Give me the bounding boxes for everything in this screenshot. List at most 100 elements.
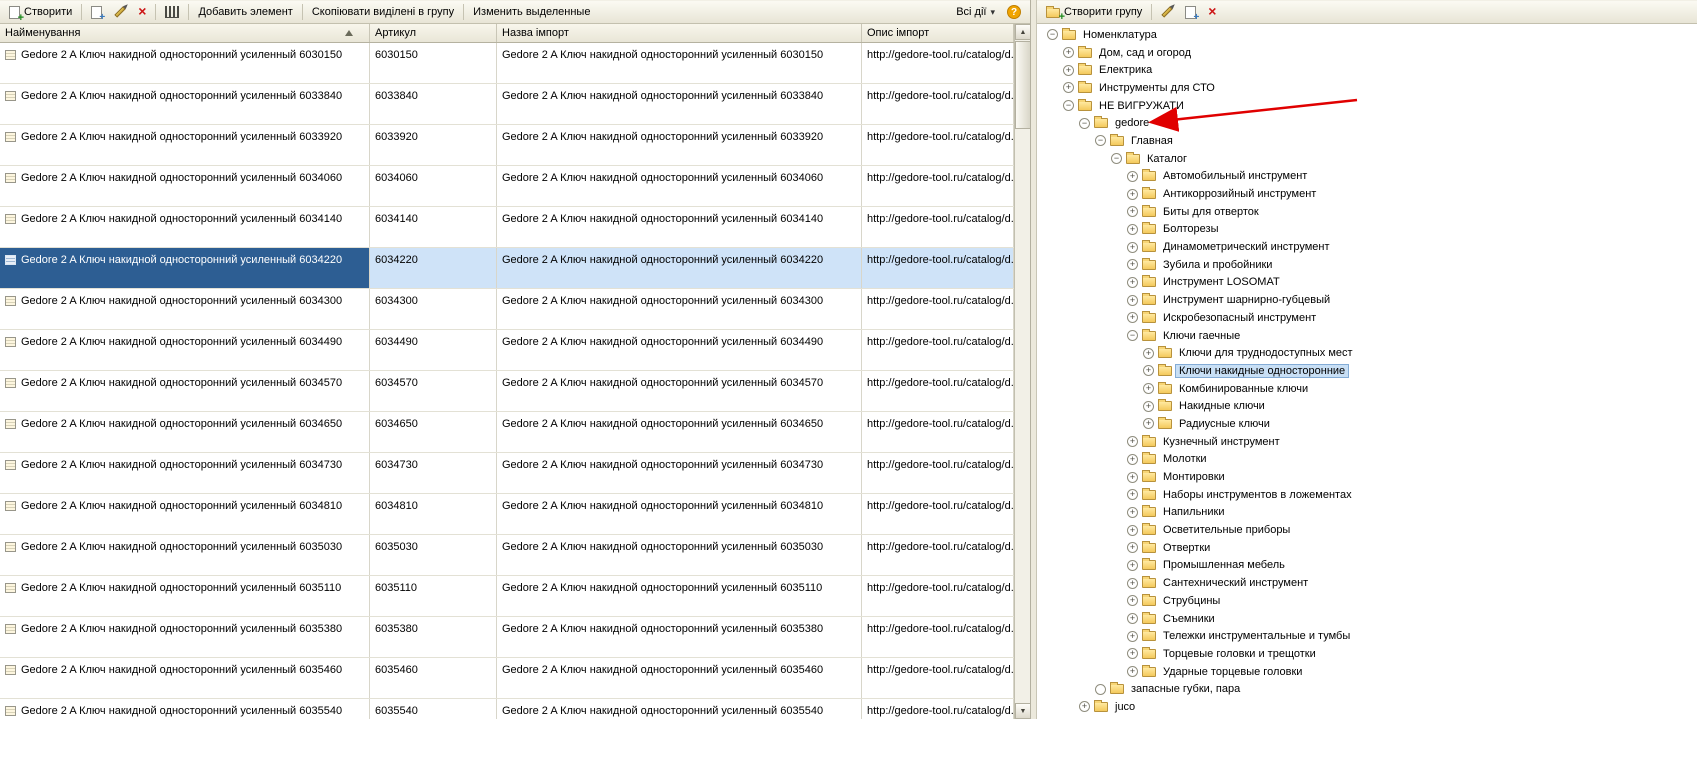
tree-item[interactable]: Молотки [1037, 451, 1697, 469]
tree-expander-icon[interactable] [1127, 595, 1138, 607]
tree-item[interactable]: Струбцины [1037, 592, 1697, 610]
table-row[interactable]: Gedore 2 A Ключ накидной односторонний у… [0, 125, 1014, 166]
tree-expander-icon[interactable] [1047, 29, 1058, 41]
tree-expander-icon[interactable] [1127, 613, 1138, 625]
tree-expander-icon[interactable] [1095, 135, 1106, 147]
tree-item[interactable]: Номенклатура [1037, 26, 1697, 44]
tree-item[interactable]: Торцевые головки и трещотки [1037, 645, 1697, 663]
tree-item[interactable]: Промышленная мебель [1037, 557, 1697, 575]
tree-expander-icon[interactable] [1127, 577, 1138, 589]
tree-expander-icon[interactable] [1127, 648, 1138, 660]
tree-item[interactable]: gedore [1037, 114, 1697, 132]
tree-expander-icon[interactable] [1127, 276, 1138, 288]
tree-item[interactable]: Наборы инструментов в ложементах [1037, 486, 1697, 504]
tree-expander-icon[interactable] [1143, 418, 1154, 430]
tree-expander-icon[interactable] [1127, 170, 1138, 182]
tree-expander-icon[interactable] [1127, 524, 1138, 536]
column-header-name[interactable]: Найменування [0, 24, 370, 42]
tree-item[interactable]: НЕ ВИГРУЖАТИ [1037, 97, 1697, 115]
tree-expander-icon[interactable] [1079, 701, 1090, 713]
tree-expander-icon[interactable] [1127, 559, 1138, 571]
barcode-button[interactable] [160, 4, 184, 20]
tree-item[interactable]: Сантехнический инструмент [1037, 574, 1697, 592]
table-row[interactable]: Gedore 2 A Ключ накидной односторонний у… [0, 699, 1014, 719]
scroll-up-button[interactable]: ▲ [1015, 24, 1030, 40]
create-group-button[interactable]: Створити групу [1041, 4, 1147, 23]
table-row[interactable]: Gedore 2 A Ключ накидной односторонний у… [0, 84, 1014, 125]
tree-item[interactable]: Комбинированные ключи [1037, 380, 1697, 398]
tree-expander-icon[interactable] [1063, 82, 1074, 94]
table-row[interactable]: Gedore 2 A Ключ накидной односторонний у… [0, 371, 1014, 412]
column-header-article[interactable]: Артикул [370, 24, 497, 42]
tree-item[interactable]: Електрика [1037, 61, 1697, 79]
tree-item[interactable]: Автомобильный инструмент [1037, 168, 1697, 186]
tree-item[interactable]: Зубила и пробойники [1037, 256, 1697, 274]
table-row[interactable]: Gedore 2 A Ключ накидной односторонний у… [0, 248, 1014, 289]
tree-item[interactable]: Каталог [1037, 150, 1697, 168]
tree-expander-icon[interactable] [1143, 400, 1154, 412]
tree-item[interactable]: juco [1037, 698, 1697, 716]
tree-expander-icon[interactable] [1095, 683, 1106, 695]
table-row[interactable]: Gedore 2 A Ключ накидной односторонний у… [0, 166, 1014, 207]
table-row[interactable]: Gedore 2 A Ключ накидной односторонний у… [0, 207, 1014, 248]
table-row[interactable]: Gedore 2 A Ключ накидной односторонний у… [0, 289, 1014, 330]
copy-group-button[interactable] [1180, 4, 1201, 23]
tree-item[interactable]: Биты для отверток [1037, 203, 1697, 221]
tree-expander-icon[interactable] [1127, 312, 1138, 324]
tree-item[interactable]: Инструмент шарнирно-губцевый [1037, 291, 1697, 309]
tree-expander-icon[interactable] [1063, 47, 1074, 59]
all-actions-button[interactable]: Всі дії [951, 4, 1000, 20]
tree-expander-icon[interactable] [1143, 365, 1154, 377]
tree-expander-icon[interactable] [1127, 188, 1138, 200]
scrollbar-track[interactable] [1015, 130, 1030, 703]
tree-item[interactable]: Динамометрический инструмент [1037, 238, 1697, 256]
edit-selected-button[interactable]: Изменить выделенные [468, 4, 595, 20]
tree-expander-icon[interactable] [1127, 489, 1138, 501]
scroll-down-button[interactable]: ▼ [1015, 703, 1030, 719]
tree-expander-icon[interactable] [1079, 117, 1090, 129]
tree-item[interactable]: Инструменты для СТО [1037, 79, 1697, 97]
add-element-button[interactable]: Добавить элемент [193, 4, 297, 20]
tree-expander-icon[interactable] [1127, 453, 1138, 465]
tree-expander-icon[interactable] [1063, 64, 1074, 76]
table-row[interactable]: Gedore 2 A Ключ накидной односторонний у… [0, 658, 1014, 699]
tree-expander-icon[interactable] [1127, 506, 1138, 518]
tree-expander-icon[interactable] [1127, 330, 1138, 342]
tree-expander-icon[interactable] [1127, 223, 1138, 235]
tree-item[interactable]: Ключи для труднодоступных мест [1037, 344, 1697, 362]
tree-item[interactable]: Монтировки [1037, 468, 1697, 486]
tree-item[interactable]: Дом, сад и огород [1037, 44, 1697, 62]
scrollbar-thumb[interactable] [1015, 41, 1030, 129]
tree-item[interactable]: Ключи накидные односторонние [1037, 362, 1697, 380]
tree-expander-icon[interactable] [1127, 241, 1138, 253]
table-row[interactable]: Gedore 2 A Ключ накидной односторонний у… [0, 43, 1014, 84]
table-row[interactable]: Gedore 2 A Ключ накидной односторонний у… [0, 576, 1014, 617]
tree-item[interactable]: Искробезопасный инструмент [1037, 309, 1697, 327]
table-row[interactable]: Gedore 2 A Ключ накидной односторонний у… [0, 330, 1014, 371]
table-row[interactable]: Gedore 2 A Ключ накидной односторонний у… [0, 535, 1014, 576]
column-header-import-name[interactable]: Назва імпорт [497, 24, 862, 42]
tree-expander-icon[interactable] [1111, 153, 1122, 165]
tree-expander-icon[interactable] [1127, 471, 1138, 483]
tree-expander-icon[interactable] [1127, 666, 1138, 678]
tree-expander-icon[interactable] [1127, 542, 1138, 554]
tree-item[interactable]: Кузнечный инструмент [1037, 433, 1697, 451]
help-button[interactable]: ? [1002, 3, 1026, 21]
copy-item-button[interactable] [86, 4, 107, 23]
tree-item[interactable]: Осветительные приборы [1037, 521, 1697, 539]
tree-expander-icon[interactable] [1127, 294, 1138, 306]
delete-group-button[interactable] [1203, 3, 1221, 21]
copy-selected-to-group-button[interactable]: Скопіювати виділені в групу [307, 4, 459, 20]
tree-expander-icon[interactable] [1143, 383, 1154, 395]
edit-group-button[interactable] [1156, 6, 1178, 18]
tree-expander-icon[interactable] [1127, 436, 1138, 448]
tree-item[interactable]: Съемники [1037, 610, 1697, 628]
table-row[interactable]: Gedore 2 A Ключ накидной односторонний у… [0, 412, 1014, 453]
tree-item[interactable]: Главная [1037, 132, 1697, 150]
tree-item[interactable]: Отвертки [1037, 539, 1697, 557]
tree-item[interactable]: Тележки инструментальные и тумбы [1037, 627, 1697, 645]
tree-item[interactable]: запасные губки, пара [1037, 680, 1697, 698]
tree-expander-icon[interactable] [1127, 259, 1138, 271]
table-row[interactable]: Gedore 2 A Ключ накидной односторонний у… [0, 617, 1014, 658]
tree-expander-icon[interactable] [1127, 206, 1138, 218]
